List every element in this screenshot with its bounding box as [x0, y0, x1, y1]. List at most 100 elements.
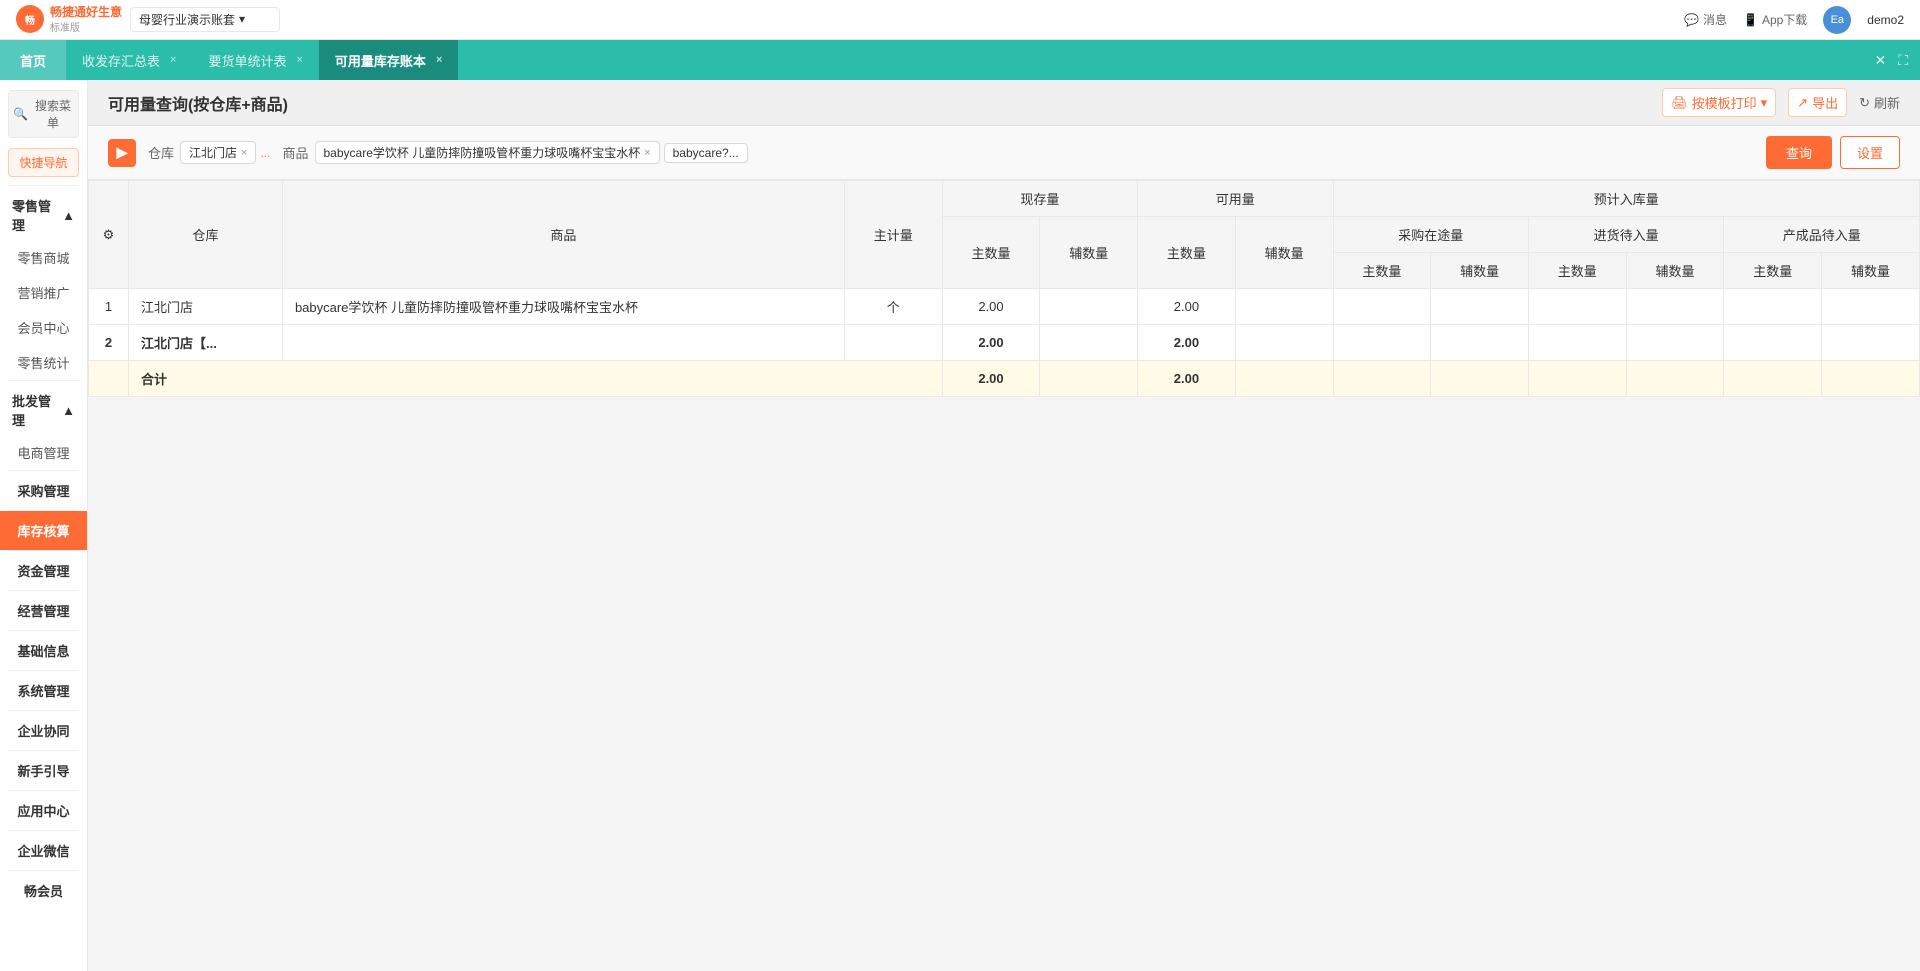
sidebar-item-basic-info[interactable]: 基础信息	[0, 631, 87, 670]
row1-incoming-aux	[1626, 289, 1724, 325]
quick-nav-button[interactable]: 快捷导航	[8, 148, 79, 177]
refresh-button[interactable]: ↻ 刷新	[1859, 93, 1900, 112]
sidebar-item-system[interactable]: 系统管理	[0, 671, 87, 710]
row1-incoming-main	[1528, 289, 1626, 325]
nav-right: ✕ ⛶	[1870, 40, 1920, 80]
total-col-10	[1528, 361, 1626, 397]
row2-warehouse: 江北门店【...	[129, 325, 283, 361]
sidebar-item-operations[interactable]: 经营管理	[0, 591, 87, 630]
warehouse-tag-close[interactable]: ×	[241, 147, 247, 159]
brand-icon-text: 畅	[25, 12, 35, 27]
row2-purchasing-main	[1333, 325, 1431, 361]
message-button[interactable]: 💬 消息	[1684, 11, 1727, 28]
nav-expand-icon[interactable]: ⛶	[1894, 48, 1912, 73]
sidebar-item-newguide[interactable]: 新手引导	[0, 751, 87, 790]
refresh-icon: ↻	[1859, 95, 1870, 111]
query-button[interactable]: 查询	[1766, 136, 1832, 169]
sidebar-item-wechat[interactable]: 企业微信	[0, 831, 87, 870]
tab-order-stats-label: 要货单统计表	[208, 51, 286, 70]
row2-product	[282, 325, 844, 361]
th-incoming-main: 主数量	[1528, 253, 1626, 289]
th-incoming-aux: 辅数量	[1626, 253, 1724, 289]
app-download-button[interactable]: 📱 App下载	[1743, 11, 1807, 28]
sidebar-item-member[interactable]: 畅会员	[0, 871, 87, 910]
tab-order-stats-close[interactable]: ×	[296, 54, 302, 66]
avatar-text: Ea	[1831, 14, 1844, 26]
brand-logo: 畅 畅捷通好生意 标准版	[16, 5, 122, 34]
filter-toggle-button[interactable]: ▶	[108, 139, 136, 167]
product-tag-1-close[interactable]: ×	[644, 147, 650, 159]
sidebar-item-appcenter[interactable]: 应用中心	[0, 791, 87, 830]
tab-order-stats[interactable]: 要货单统计表 ×	[192, 40, 318, 80]
tab-receive-pay[interactable]: 收发存汇总表 ×	[66, 40, 192, 80]
sidebar-item-purchase[interactable]: 采购管理	[0, 471, 87, 510]
app-icon: 📱	[1743, 13, 1758, 27]
warehouse-more-btn[interactable]: ...	[260, 146, 270, 160]
total-available-aux	[1235, 361, 1333, 397]
total-col-8	[1333, 361, 1431, 397]
search-menu-button[interactable]: 🔍 搜索菜单	[8, 90, 79, 138]
sidebar-item-marketing[interactable]: 营销推广	[0, 275, 87, 310]
sidebar-group-retail-header[interactable]: 零售管理 ▲	[0, 186, 87, 240]
sidebar-item-members[interactable]: 会员中心	[0, 310, 87, 345]
row1-production-main	[1724, 289, 1822, 325]
print-template-button[interactable]: 🖨 按模板打印 ▾	[1662, 88, 1776, 117]
product-tag-2[interactable]: babycare?...	[664, 143, 748, 163]
total-available-main: 2.00	[1138, 361, 1236, 397]
total-label: 合计	[129, 361, 943, 397]
brand-info: 畅捷通好生意 标准版	[50, 5, 122, 34]
main-layout: 🔍 搜索菜单 快捷导航 零售管理 ▲ 零售商城 营销推广 会员中心 零售统计 批…	[0, 80, 1920, 971]
chevron-down-icon: ▾	[239, 12, 245, 26]
brand-name: 畅捷通好生意	[50, 5, 122, 19]
user-name: demo2	[1867, 13, 1904, 27]
content-area: 可用量查询(按仓库+商品) 🖨 按模板打印 ▾ ↗ 导出 ↻ 刷新	[88, 80, 1920, 971]
industry-select[interactable]: 母婴行业演示账套 ▾	[130, 7, 280, 32]
row1-current-aux	[1040, 289, 1138, 325]
row2-purchasing-aux	[1431, 325, 1529, 361]
table-footer: 合计 2.00 2.00	[89, 361, 1920, 397]
tab-available-stock[interactable]: 可用量库存账本 ×	[319, 40, 458, 80]
row2-incoming-main	[1528, 325, 1626, 361]
row2-available-main: 2.00	[1138, 325, 1236, 361]
product-tag-2-text: babycare?...	[673, 146, 739, 160]
row2-no: 2	[89, 325, 129, 361]
nav-close-icon[interactable]: ✕	[1870, 48, 1890, 73]
product-tag-1[interactable]: babycare学饮杯 儿童防摔防撞吸管杯重力球吸嘴杯宝宝水杯 ×	[315, 141, 660, 164]
retail-toggle-icon: ▲	[62, 208, 75, 223]
tab-home[interactable]: 首页	[0, 40, 66, 80]
page-actions: 🖨 按模板打印 ▾ ↗ 导出 ↻ 刷新	[1662, 88, 1900, 117]
sidebar-item-retail-stats[interactable]: 零售统计	[0, 345, 87, 380]
th-gear[interactable]: ⚙	[89, 181, 129, 289]
table-wrapper: ⚙ 仓库 商品 主计量 现存量 可用量 预计入库量 主数量 辅数量 主数量 辅数…	[88, 180, 1920, 971]
export-button[interactable]: ↗ 导出	[1788, 88, 1847, 117]
th-available-main-qty: 主数量	[1138, 217, 1236, 289]
sidebar: 🔍 搜索菜单 快捷导航 零售管理 ▲ 零售商城 营销推广 会员中心 零售统计 批…	[0, 80, 88, 971]
table-header: ⚙ 仓库 商品 主计量 现存量 可用量 预计入库量 主数量 辅数量 主数量 辅数…	[89, 181, 1920, 289]
warehouse-tag[interactable]: 江北门店 ×	[180, 141, 256, 164]
industry-select-label: 母婴行业演示账套	[139, 11, 235, 28]
table-header-row-1: ⚙ 仓库 商品 主计量 现存量 可用量 预计入库量	[89, 181, 1920, 217]
th-product: 商品	[282, 181, 844, 289]
total-col-9	[1431, 361, 1529, 397]
warehouse-tags: 江北门店 × ...	[180, 141, 270, 164]
refresh-label: 刷新	[1874, 93, 1900, 112]
tab-receive-pay-close[interactable]: ×	[170, 54, 176, 66]
settings-button[interactable]: 设置	[1840, 136, 1900, 169]
th-incoming: 进货待入量	[1528, 217, 1723, 253]
sidebar-group-wholesale-header[interactable]: 批发管理 ▲	[0, 381, 87, 435]
th-purchasing-main: 主数量	[1333, 253, 1431, 289]
sidebar-item-ecommerce[interactable]: 电商管理	[0, 435, 87, 470]
tab-available-stock-close[interactable]: ×	[436, 54, 442, 66]
filter-bar: ▶ 仓库 江北门店 × ... 商品 babycare学饮杯 儿童防摔防撞吸管杯…	[88, 126, 1920, 180]
message-label: 消息	[1703, 11, 1727, 28]
sidebar-item-retail-shop[interactable]: 零售商城	[0, 240, 87, 275]
wholesale-toggle-icon: ▲	[62, 403, 75, 418]
th-current-aux-qty: 辅数量	[1040, 217, 1138, 289]
sidebar-item-enterprise[interactable]: 企业协同	[0, 711, 87, 750]
product-tags: babycare学饮杯 儿童防摔防撞吸管杯重力球吸嘴杯宝宝水杯 × babyca…	[315, 141, 748, 164]
th-current-stock: 现存量	[942, 181, 1137, 217]
quick-nav-label: 快捷导航	[19, 156, 67, 170]
sidebar-item-finance[interactable]: 资金管理	[0, 551, 87, 590]
sidebar-item-inventory[interactable]: 库存核算	[0, 511, 87, 550]
tab-receive-pay-label: 收发存汇总表	[82, 51, 160, 70]
